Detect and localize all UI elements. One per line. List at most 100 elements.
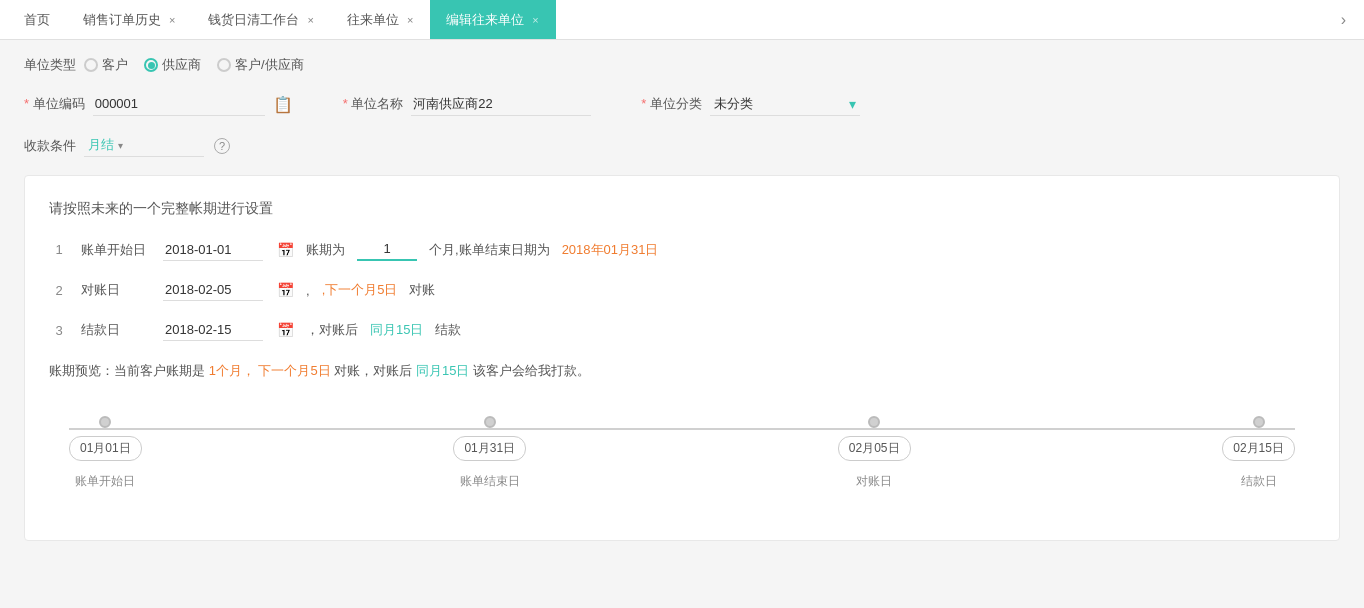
- tab-home-label: 首页: [24, 11, 50, 29]
- radio-supplier[interactable]: 供应商: [144, 56, 201, 74]
- timeline-point-2: 01月31日 账单结束日: [453, 416, 526, 490]
- period-row3-prefix: ，对账后: [306, 321, 358, 339]
- radio-customer-circle: [84, 58, 98, 72]
- unit-type-radio-group: 客户 供应商 客户/供应商: [84, 56, 304, 74]
- period-row2-prefix: ,: [306, 283, 310, 298]
- unit-type-item: 单位类型 客户 供应商 客户/供应商: [24, 56, 304, 74]
- timeline-label-2: 账单结束日: [460, 473, 520, 490]
- category-select[interactable]: 未分类 ▾: [710, 93, 860, 116]
- card-title: 请按照未来的一个完整帐期进行设置: [49, 200, 1315, 218]
- period-suffix-1: 账期为: [306, 241, 345, 259]
- main-content: 单位类型 客户 供应商 客户/供应商 单位编码 📋: [0, 40, 1364, 557]
- period-num-3: 3: [49, 323, 69, 338]
- code-name-row: 单位编码 📋 单位名称 单位分类 未分类 ▾: [24, 92, 1340, 116]
- tab-partner-label: 往来单位: [347, 11, 399, 29]
- period-num-2: 2: [49, 283, 69, 298]
- period-date-1[interactable]: [163, 239, 263, 261]
- radio-both[interactable]: 客户/供应商: [217, 56, 304, 74]
- preview-label: 账期预览：当前客户账期是: [49, 363, 205, 378]
- tab-sales-history-close[interactable]: ×: [169, 14, 175, 26]
- timeline-point-3: 02月05日 对账日: [838, 416, 911, 490]
- preview-text: 账期预览：当前客户账期是 1个月， 下一个月5日 对账，对账后 同月15日 该客…: [49, 359, 1315, 382]
- cal-icon-3[interactable]: 📅: [277, 322, 294, 338]
- timeline-point-1: 01月01日 账单开始日: [69, 416, 142, 490]
- unit-type-row: 单位类型 客户 供应商 客户/供应商: [24, 56, 1340, 74]
- name-item: 单位名称: [343, 92, 592, 116]
- timeline-label-4: 结款日: [1241, 473, 1277, 490]
- timeline-dot-2: [484, 416, 496, 428]
- period-field-label-2: 对账日: [81, 281, 151, 299]
- category-item: 单位分类 未分类 ▾: [641, 93, 860, 116]
- tab-edit-partner[interactable]: 编辑往来单位 ×: [430, 0, 555, 39]
- period-row3-suffix: 结款: [435, 321, 461, 339]
- preview-p3: 同月15日: [416, 363, 469, 378]
- radio-supplier-label: 供应商: [162, 56, 201, 74]
- preview-mid: 对账，对账后: [334, 363, 412, 378]
- payment-label: 收款条件: [24, 137, 76, 155]
- period-months-input[interactable]: [357, 238, 417, 261]
- name-label: 单位名称: [343, 95, 404, 113]
- payment-select[interactable]: 月结 ▾: [84, 134, 204, 157]
- radio-both-circle: [217, 58, 231, 72]
- payment-value: 月结: [88, 136, 114, 154]
- timeline-container: 01月01日 账单开始日 01月31日 账单结束日 02月05日 对账日: [49, 406, 1315, 520]
- radio-customer-label: 客户: [102, 56, 128, 74]
- category-label: 单位分类: [641, 95, 702, 113]
- preview-end: 该客户会给我打款。: [473, 363, 590, 378]
- timeline-point-4: 02月15日 结款日: [1222, 416, 1295, 490]
- tab-sales-history-label: 销售订单历史: [83, 11, 161, 29]
- period-row2-suffix: 对账: [409, 281, 435, 299]
- tab-edit-partner-label: 编辑往来单位: [446, 11, 524, 29]
- timeline-dot-3: [868, 416, 880, 428]
- timeline-dot-4: [1253, 416, 1265, 428]
- category-dropdown-arrow[interactable]: ▾: [849, 96, 856, 112]
- tab-bar: 首页 销售订单历史 × 钱货日清工作台 × 往来单位 × 编辑往来单位 × ›: [0, 0, 1364, 40]
- cal-icon-1[interactable]: 📅: [277, 242, 294, 258]
- radio-both-label: 客户/供应商: [235, 56, 304, 74]
- period-row-1: 1 账单开始日 📅 账期为 个月,账单结束日期为 2018年01月31日: [49, 238, 1315, 261]
- tab-partner-close[interactable]: ×: [407, 14, 413, 26]
- unit-type-label: 单位类型: [24, 56, 76, 74]
- code-input[interactable]: [93, 92, 265, 116]
- preview-p2: 下一个月5日: [258, 363, 330, 378]
- code-item: 单位编码 📋: [24, 92, 293, 116]
- copy-icon[interactable]: 📋: [273, 95, 293, 114]
- tab-edit-partner-close[interactable]: ×: [532, 14, 538, 26]
- code-label: 单位编码: [24, 95, 85, 113]
- tab-scroll-arrow[interactable]: ›: [1331, 0, 1356, 39]
- period-date-2[interactable]: [163, 279, 263, 301]
- period-row-3: 3 结款日 📅 ，对账后 同月15日 结款: [49, 319, 1315, 341]
- timeline-badge-3: 02月05日: [838, 436, 911, 461]
- name-input[interactable]: [411, 92, 591, 116]
- period-row2-highlight: ,下一个月5日: [322, 281, 398, 299]
- tab-sales-history[interactable]: 销售订单历史 ×: [67, 0, 192, 39]
- timeline-dot-1: [99, 416, 111, 428]
- preview-p1: 1个月，: [209, 363, 255, 378]
- cal-icon-2[interactable]: 📅: [277, 282, 294, 298]
- period-row-2: 2 对账日 📅 , ,下一个月5日 对账: [49, 279, 1315, 301]
- tab-cash-work[interactable]: 钱货日清工作台 ×: [192, 0, 330, 39]
- timeline-points: 01月01日 账单开始日 01月31日 账单结束日 02月05日 对账日: [69, 416, 1295, 490]
- payment-item: 收款条件 月结 ▾ ?: [24, 134, 230, 157]
- period-field-label-3: 结款日: [81, 321, 151, 339]
- timeline-label-1: 账单开始日: [75, 473, 135, 490]
- payment-chevron: ▾: [118, 140, 123, 151]
- tab-partner[interactable]: 往来单位 ×: [331, 0, 430, 39]
- timeline-label-3: 对账日: [856, 473, 892, 490]
- period-card: 请按照未来的一个完整帐期进行设置 1 账单开始日 📅 账期为 个月,账单结束日期…: [24, 175, 1340, 541]
- timeline-badge-1: 01月01日: [69, 436, 142, 461]
- period-date-3[interactable]: [163, 319, 263, 341]
- timeline-badge-4: 02月15日: [1222, 436, 1295, 461]
- period-end-date: 2018年01月31日: [562, 241, 659, 259]
- period-row3-highlight: 同月15日: [370, 321, 423, 339]
- help-icon[interactable]: ?: [214, 138, 230, 154]
- period-num-1: 1: [49, 242, 69, 257]
- radio-customer[interactable]: 客户: [84, 56, 128, 74]
- radio-supplier-circle: [144, 58, 158, 72]
- tab-cash-work-close[interactable]: ×: [307, 14, 313, 26]
- tab-home[interactable]: 首页: [8, 0, 67, 39]
- period-field-label-1: 账单开始日: [81, 241, 151, 259]
- period-months-suffix: 个月,账单结束日期为: [429, 241, 550, 259]
- tab-cash-work-label: 钱货日清工作台: [208, 11, 299, 29]
- category-value: 未分类: [714, 95, 753, 113]
